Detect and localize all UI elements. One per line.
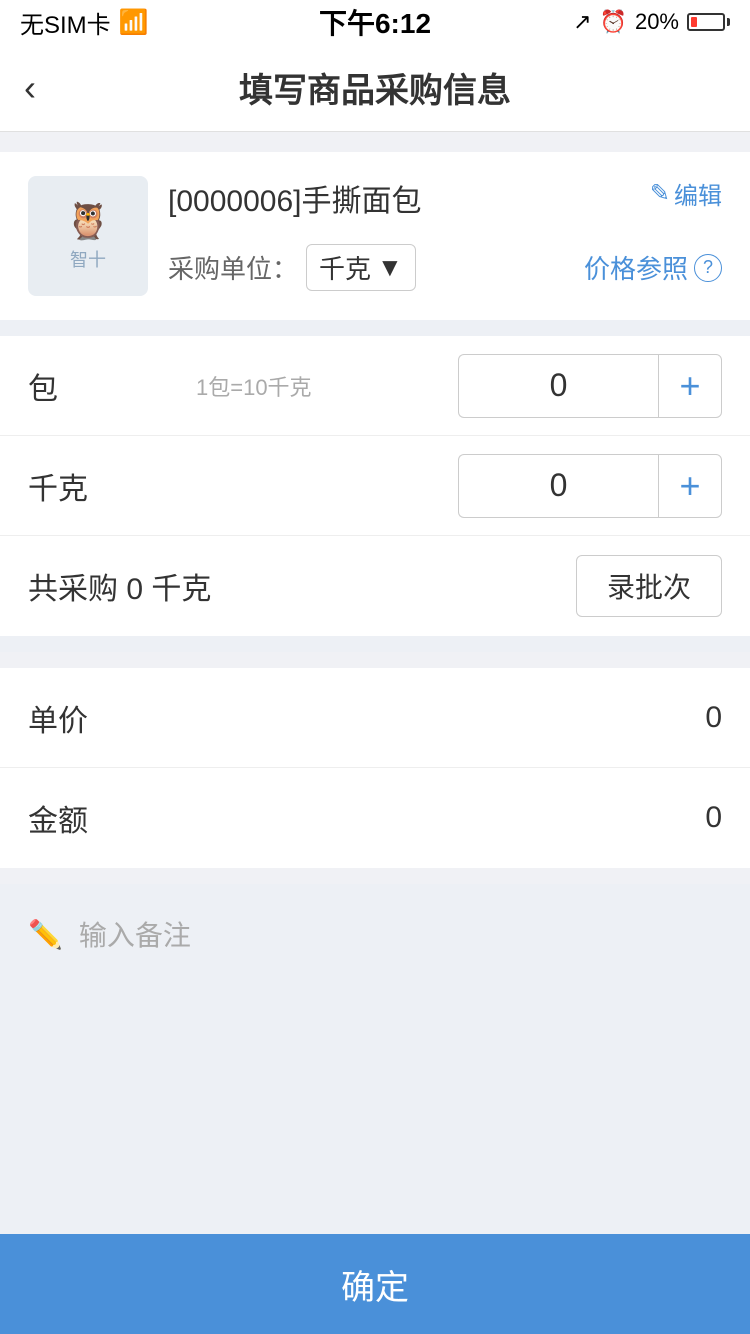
bao-sub-label: 1包=10千克	[196, 370, 458, 402]
page-title: 填写商品采购信息	[239, 63, 511, 112]
remark-section[interactable]: ✏️ 输入备注	[0, 884, 750, 984]
info-icon: ?	[694, 254, 722, 282]
price-ref-label: 价格参照	[584, 249, 688, 286]
product-logo-text: 智十	[70, 246, 106, 272]
status-bar: 无SIM卡 📶 下午6:12 ↗ ⏰ 20%	[0, 0, 750, 44]
product-unit-row: 采购单位： 千克 ▼ 价格参照 ?	[168, 244, 722, 291]
nav-bar: ‹ 填写商品采购信息	[0, 44, 750, 132]
status-bar-time: 下午6:12	[319, 2, 431, 42]
alarm-icon: ⏰	[600, 9, 627, 35]
summary-section: 共采购 0 千克 录批次	[0, 536, 750, 636]
product-logo-icon: 🦉	[66, 200, 111, 242]
bao-label: 包	[28, 364, 188, 408]
section-divider-1	[0, 320, 750, 336]
product-name: [0000006]手撕面包	[168, 176, 650, 220]
price-ref-button[interactable]: 价格参照 ?	[584, 249, 722, 286]
kg-label: 千克	[28, 464, 188, 508]
status-bar-right: ↗ ⏰ 20%	[573, 9, 730, 35]
chevron-down-icon: ▼	[377, 252, 403, 283]
back-button[interactable]: ‹	[24, 70, 36, 106]
battery-percent: 20%	[635, 9, 679, 35]
unit-price-label: 单价	[28, 696, 88, 740]
remark-placeholder: 输入备注	[79, 914, 191, 954]
product-card: 🦉 智十 [0000006]手撕面包 ✎ 编辑 采购单位： 千克 ▼ 价格参照 …	[0, 152, 750, 320]
edit-button[interactable]: ✎ 编辑	[650, 176, 722, 211]
bao-quantity-input[interactable]: 0	[458, 354, 658, 418]
kg-input-row: 千克 0 +	[0, 436, 750, 536]
amount-label: 金额	[28, 796, 88, 840]
unit-select[interactable]: 千克 ▼	[306, 244, 416, 291]
summary-row: 共采购 0 千克 录批次	[28, 536, 722, 636]
kg-plus-button[interactable]: +	[658, 454, 722, 518]
price-section: 单价 0 金额 0	[0, 668, 750, 868]
unit-value: 千克	[319, 249, 371, 286]
amount-value: 0	[705, 801, 722, 835]
summary-text: 共采购 0 千克	[28, 564, 211, 608]
confirm-button[interactable]: 确定	[0, 1234, 750, 1334]
wifi-icon: 📶	[119, 8, 149, 37]
bao-input-row: 包 1包=10千克 0 +	[0, 336, 750, 436]
section-divider-2	[0, 636, 750, 652]
status-bar-left: 无SIM卡 📶	[20, 5, 149, 40]
unit-price-value: 0	[705, 701, 722, 735]
product-image: 🦉 智十	[28, 176, 148, 296]
bao-input-right: 0 +	[458, 354, 722, 418]
carrier-label: 无SIM卡	[20, 5, 111, 40]
edit-icon: ✎	[650, 179, 670, 208]
location-icon: ↗	[573, 9, 591, 35]
unit-label: 采购单位：	[168, 249, 298, 286]
record-batch-button[interactable]: 录批次	[576, 555, 722, 617]
product-info: [0000006]手撕面包 ✎ 编辑 采购单位： 千克 ▼ 价格参照 ?	[168, 176, 722, 291]
pencil-icon: ✏️	[28, 918, 63, 951]
kg-quantity-input[interactable]: 0	[458, 454, 658, 518]
amount-row: 金额 0	[0, 768, 750, 868]
kg-input-right: 0 +	[458, 454, 722, 518]
bao-plus-button[interactable]: +	[658, 354, 722, 418]
input-section: 包 1包=10千克 0 + 千克 0 +	[0, 336, 750, 536]
unit-price-row: 单价 0	[0, 668, 750, 768]
battery-indicator	[687, 13, 730, 31]
product-header: [0000006]手撕面包 ✎ 编辑	[168, 176, 722, 220]
